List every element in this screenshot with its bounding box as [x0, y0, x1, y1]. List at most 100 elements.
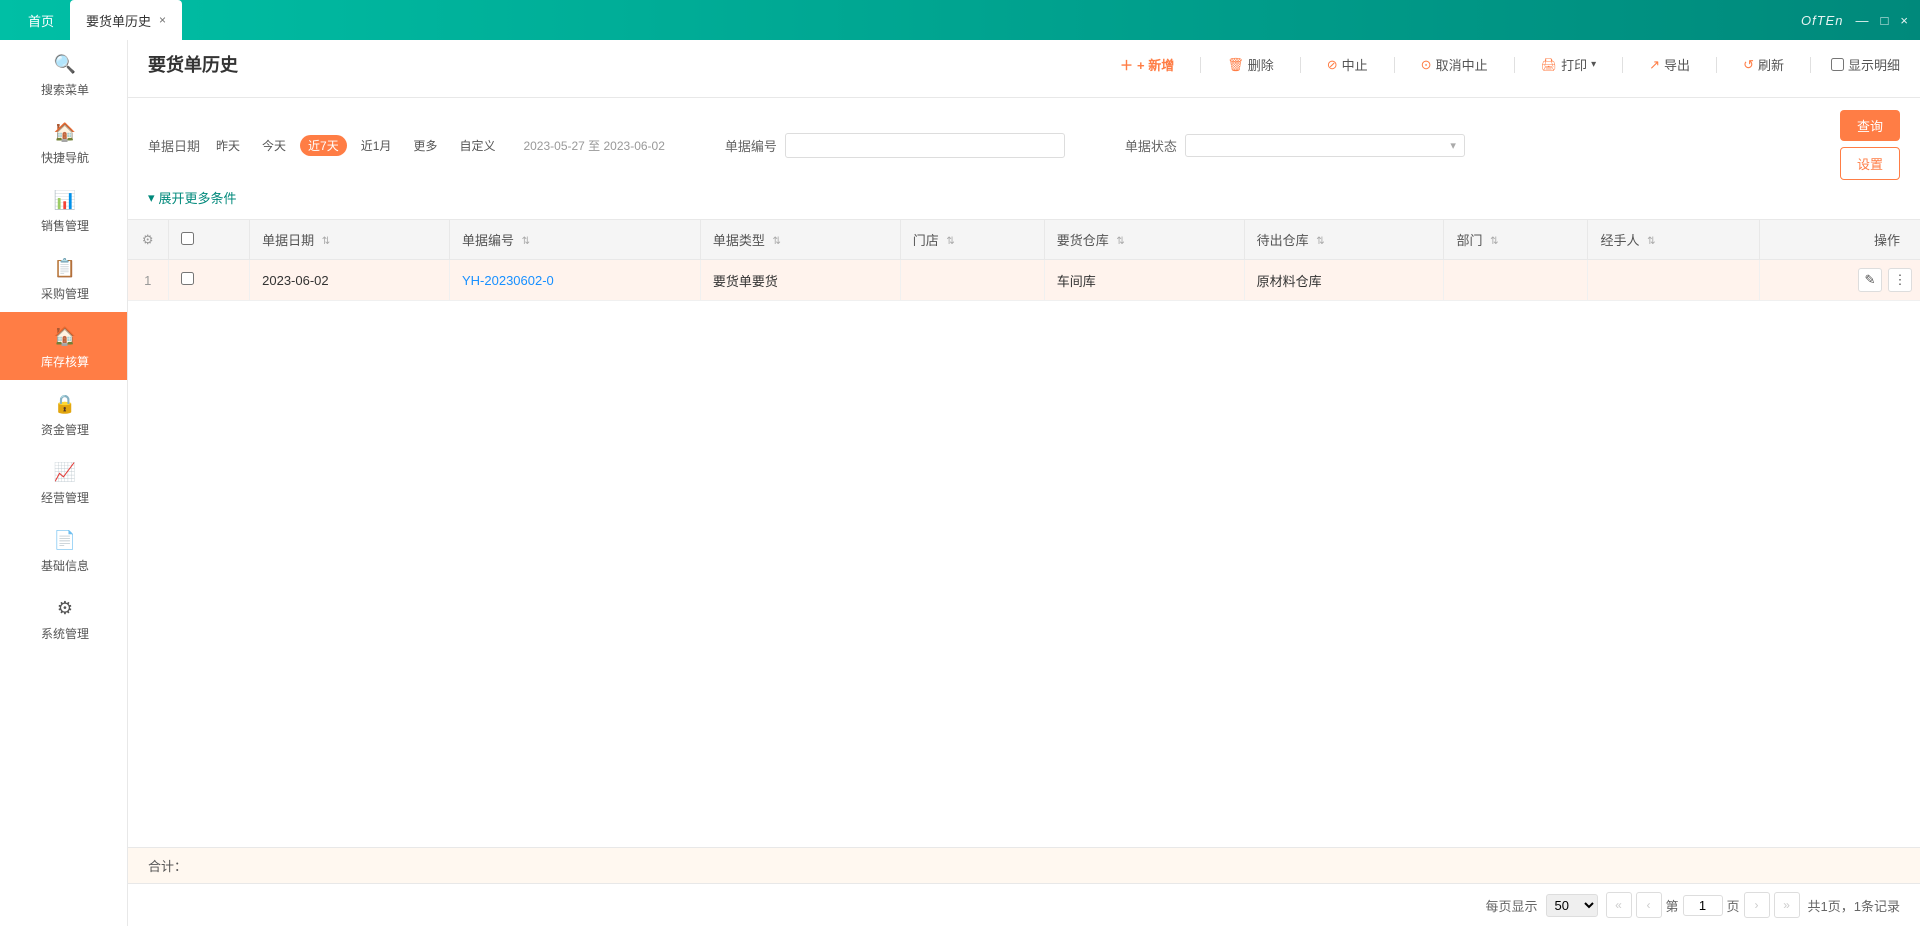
- main-layout: 🔍 搜索菜单 🏠 快捷导航 📊 销售管理 📋 采购管理 🏠 库存核算 🔒 资金管…: [0, 40, 1920, 926]
- content-area: 要货单历史 ＋ + 新增 🗑 删除 ⊘ 中止: [128, 40, 1920, 926]
- cancel-stop-label: 取消中止: [1436, 55, 1488, 74]
- th-req-warehouse-label: 要货仓库: [1057, 233, 1109, 248]
- table-wrap: ⚙ 单据日期 ⇅ 单据编号 ⇅ 单据类型: [128, 220, 1920, 847]
- tab-active[interactable]: 要货单历史 ×: [70, 0, 182, 40]
- show-detail-label: 显示明细: [1848, 55, 1900, 74]
- search-menu-icon: 🔍: [54, 54, 76, 75]
- date-opt-today[interactable]: 今天: [254, 135, 294, 156]
- cell-checkbox: [168, 260, 250, 301]
- cell-req-warehouse: 车间库: [1044, 260, 1244, 301]
- sort-department-icon: ⇅: [1490, 236, 1498, 247]
- edit-op-btn[interactable]: ✎: [1858, 268, 1882, 292]
- sort-doc-date-icon: ⇅: [322, 236, 330, 247]
- cell-store: [900, 260, 1044, 301]
- doc-status-label: 单据状态: [1125, 136, 1177, 155]
- sidebar-inventory-label: 库存核算: [41, 353, 89, 370]
- table-row: 1 2023-06-02 YH-20230602-0 要货单要货 车间库 原材料…: [128, 260, 1920, 301]
- refresh-button[interactable]: ↺ 刷新: [1733, 50, 1794, 79]
- sidebar-item-operation[interactable]: 📈 经营管理: [0, 448, 127, 516]
- th-pending-warehouse[interactable]: 待出仓库 ⇅: [1244, 220, 1444, 260]
- date-opt-more[interactable]: 更多: [405, 135, 445, 156]
- date-options: 昨天 今天 近7天 近1月 更多 自定义: [208, 135, 503, 156]
- expand-icon: ▾: [148, 190, 155, 206]
- page-title: 要货单历史: [148, 51, 238, 77]
- sidebar-item-system[interactable]: ⚙ 系统管理: [0, 584, 127, 652]
- page-unit: 页: [1727, 896, 1740, 915]
- cancel-stop-icon: ⊙: [1421, 57, 1432, 73]
- divider6: [1716, 57, 1717, 73]
- date-filter-label: 单据日期: [148, 136, 200, 155]
- page-input[interactable]: [1683, 895, 1723, 916]
- date-opt-7days[interactable]: 近7天: [300, 135, 347, 156]
- doc-status-select[interactable]: ▾: [1185, 134, 1465, 157]
- sidebar-item-inventory[interactable]: 🏠 库存核算: [0, 312, 127, 380]
- stop-icon: ⊘: [1327, 57, 1338, 73]
- th-settings[interactable]: ⚙: [128, 220, 168, 260]
- sidebar-purchase-label: 采购管理: [41, 285, 89, 302]
- th-doc-date[interactable]: 单据日期 ⇅: [250, 220, 450, 260]
- th-department[interactable]: 部门 ⇅: [1444, 220, 1588, 260]
- chevron-down-icon: ▾: [1450, 139, 1456, 152]
- expand-more-btn[interactable]: ▾ 展开更多条件: [148, 188, 1900, 207]
- divider7: [1810, 57, 1811, 73]
- th-doc-no-label: 单据编号: [462, 233, 514, 248]
- add-button[interactable]: ＋ + 新增: [1110, 50, 1184, 79]
- often-label: OfTEn: [1801, 13, 1844, 28]
- export-button[interactable]: ↗ 导出: [1639, 50, 1700, 79]
- date-range-display: 2023-05-27 至 2023-06-02: [523, 137, 664, 154]
- table-body: 1 2023-06-02 YH-20230602-0 要货单要货 车间库 原材料…: [128, 260, 1920, 301]
- show-detail-checkbox[interactable]: [1831, 58, 1844, 71]
- th-doc-type[interactable]: 单据类型 ⇅: [700, 220, 900, 260]
- first-page-btn[interactable]: «: [1606, 892, 1632, 918]
- stop-button[interactable]: ⊘ 中止: [1317, 50, 1378, 79]
- delete-button[interactable]: 🗑 删除: [1217, 50, 1284, 79]
- print-button[interactable]: 🖨 打印 ▾: [1531, 50, 1607, 79]
- tab-home[interactable]: 首页: [12, 0, 70, 40]
- sidebar-finance-label: 资金管理: [41, 421, 89, 438]
- delete-label: 删除: [1248, 55, 1274, 74]
- filter-row-1: 单据日期 昨天 今天 近7天 近1月 更多 自定义 2023-05-27 至 2…: [148, 110, 1900, 180]
- doc-no-link[interactable]: YH-20230602-0: [462, 273, 554, 288]
- query-button[interactable]: 查询: [1840, 110, 1900, 141]
- sidebar-item-search-menu[interactable]: 🔍 搜索菜单: [0, 40, 127, 108]
- sidebar-basic-info-label: 基础信息: [41, 557, 89, 574]
- maximize-btn[interactable]: □: [1881, 13, 1889, 28]
- prev-page-btn[interactable]: ‹: [1636, 892, 1662, 918]
- page-size-select[interactable]: 20 50 100: [1546, 894, 1598, 917]
- sidebar-item-sales[interactable]: 📊 销售管理: [0, 176, 127, 244]
- sidebar-item-purchase[interactable]: 📋 采购管理: [0, 244, 127, 312]
- th-store[interactable]: 门店 ⇅: [900, 220, 1044, 260]
- print-icon: 🖨: [1541, 57, 1558, 73]
- window-close-btn[interactable]: ×: [1900, 13, 1908, 28]
- last-page-btn[interactable]: »: [1774, 892, 1800, 918]
- cell-doc-type: 要货单要货: [700, 260, 900, 301]
- date-opt-1month[interactable]: 近1月: [353, 135, 400, 156]
- th-operation: 操作: [1760, 220, 1920, 260]
- more-op-btn[interactable]: ⋮: [1888, 268, 1912, 292]
- cell-doc-no: YH-20230602-0: [449, 260, 700, 301]
- th-doc-no[interactable]: 单据编号 ⇅: [449, 220, 700, 260]
- sort-doc-type-icon: ⇅: [773, 236, 781, 247]
- doc-no-input[interactable]: [785, 133, 1065, 158]
- th-req-warehouse[interactable]: 要货仓库 ⇅: [1044, 220, 1244, 260]
- row-checkbox[interactable]: [181, 272, 194, 285]
- doc-no-label: 单据编号: [725, 136, 777, 155]
- select-all-checkbox[interactable]: [181, 232, 194, 245]
- tab-home-label: 首页: [28, 11, 54, 30]
- th-handler[interactable]: 经手人 ⇅: [1588, 220, 1760, 260]
- sidebar-item-finance[interactable]: 🔒 资金管理: [0, 380, 127, 448]
- date-opt-yesterday[interactable]: 昨天: [208, 135, 248, 156]
- cell-department: [1444, 260, 1588, 301]
- sidebar-item-quick-nav[interactable]: 🏠 快捷导航: [0, 108, 127, 176]
- date-opt-custom[interactable]: 自定义: [451, 135, 503, 156]
- sidebar-item-basic-info[interactable]: 📄 基础信息: [0, 516, 127, 584]
- cancel-stop-button[interactable]: ⊙ 取消中止: [1411, 50, 1498, 79]
- sort-doc-no-icon: ⇅: [522, 236, 530, 247]
- close-tab-icon[interactable]: ×: [159, 13, 166, 27]
- cell-doc-date: 2023-06-02: [250, 260, 450, 301]
- next-page-btn[interactable]: ›: [1744, 892, 1770, 918]
- sort-store-icon: ⇅: [946, 236, 954, 247]
- print-dropdown-icon: ▾: [1591, 59, 1596, 70]
- minimize-btn[interactable]: —: [1856, 13, 1869, 28]
- settings-button[interactable]: 设置: [1840, 147, 1900, 180]
